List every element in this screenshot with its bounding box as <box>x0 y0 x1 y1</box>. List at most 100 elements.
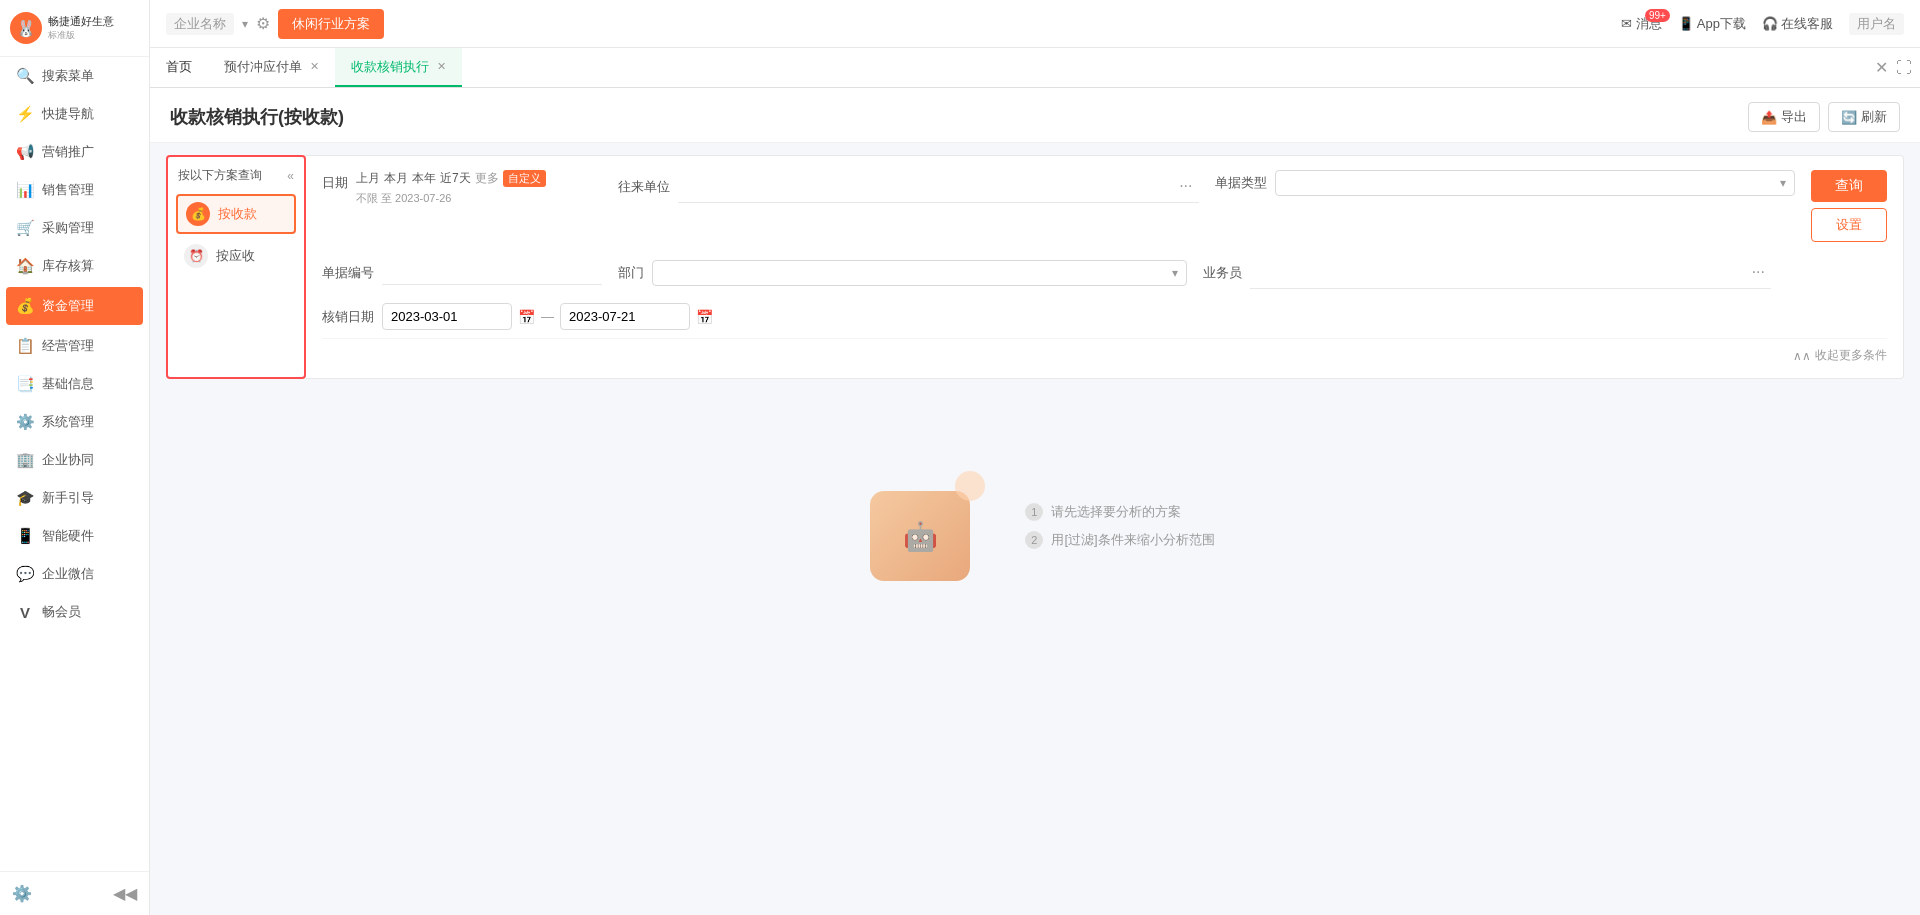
dropdown-icon[interactable]: ▾ <box>242 17 248 31</box>
writeoff-end-input[interactable] <box>560 303 690 330</box>
sidebar-item-inventory[interactable]: 🏠 库存核算 <box>0 247 149 285</box>
sidebar-item-search-menu[interactable]: 🔍 搜索菜单 <box>0 57 149 95</box>
voucher-no-field: 单据编号 <box>322 261 602 285</box>
filter-scheme-panel: 按以下方案查询 « 💰 按收款 ⏰ 按应收 <box>166 155 306 379</box>
sidebar-item-enterprise[interactable]: 🏢 企业协同 <box>0 441 149 479</box>
page-title: 收款核销执行(按收款) <box>170 105 344 129</box>
date-tab-more[interactable]: 更多 <box>475 170 499 187</box>
receivable-option-icon: ⏰ <box>184 244 208 268</box>
sidebar-item-operations[interactable]: 📋 经营管理 <box>0 327 149 365</box>
sidebar-item-member[interactable]: V 畅会员 <box>0 593 149 631</box>
date-tab-this-month[interactable]: 本月 <box>384 170 408 187</box>
main-area: 企业名称 ▾ ⚙ 休闲行业方案 ✉ 消息 99+ 📱 App下载 🎧 在线客服 … <box>150 0 1920 915</box>
department-label: 部门 <box>618 264 644 282</box>
header-brand: 企业名称 <box>166 13 234 35</box>
tip-1-text: 请先选择要分析的方案 <box>1051 503 1181 521</box>
export-button[interactable]: 📤 导出 <box>1748 102 1820 132</box>
sidebar-item-guide[interactable]: 🎓 新手引导 <box>0 479 149 517</box>
collapse-more-label: 收起更多条件 <box>1815 347 1887 364</box>
date-label: 日期 <box>322 170 348 192</box>
robot-bubble <box>955 471 985 501</box>
message-button[interactable]: ✉ 消息 99+ <box>1621 15 1662 33</box>
tip-1-number: 1 <box>1025 503 1043 521</box>
app-name: 畅捷通好生意 <box>48 14 114 28</box>
guide-icon: 🎓 <box>16 489 34 507</box>
sidebar-item-system[interactable]: ⚙️ 系统管理 <box>0 403 149 441</box>
smart-hw-icon: 📱 <box>16 527 34 545</box>
department-select[interactable]: ▾ <box>652 260 1187 286</box>
collapse-more-button[interactable]: ∧∧ 收起更多条件 <box>1793 347 1887 364</box>
tab-collection-close-icon[interactable]: ✕ <box>437 60 446 73</box>
filter-option-by-receivable[interactable]: ⏰ 按应收 <box>168 236 304 276</box>
voucher-type-field: 单据类型 ▾ <box>1215 170 1796 196</box>
date-tab-last-month[interactable]: 上月 <box>356 170 380 187</box>
writeoff-end-calendar-icon[interactable]: 📅 <box>696 309 713 325</box>
message-badge: 99+ <box>1645 9 1670 22</box>
sidebar-item-sales[interactable]: 📊 销售管理 <box>0 171 149 209</box>
counterpart-more-button[interactable]: ··· <box>1173 175 1198 197</box>
date-tab-custom[interactable]: 自定义 <box>503 170 546 187</box>
query-button[interactable]: 查询 <box>1811 170 1887 202</box>
tab-expand-icon[interactable]: ⛶ <box>1896 59 1912 77</box>
voucher-type-chevron: ▾ <box>1780 176 1786 190</box>
sidebar-item-smart-hw[interactable]: 📱 智能硬件 <box>0 517 149 555</box>
app-download-button[interactable]: 📱 App下载 <box>1678 15 1746 33</box>
filter-form: 日期 上月 本月 本年 近7天 更多 自定义 不限 至 2023-07-26 <box>306 155 1904 379</box>
header-settings-icon[interactable]: ⚙ <box>256 14 270 33</box>
page-header: 收款核销执行(按收款) 📤 导出 🔄 刷新 <box>150 88 1920 143</box>
tip-2-number: 2 <box>1025 531 1043 549</box>
sidebar-item-finance[interactable]: 💰 资金管理 <box>6 287 143 325</box>
voucher-no-input[interactable] <box>382 261 602 285</box>
sidebar-item-label: 基础信息 <box>42 375 94 393</box>
date-field: 日期 上月 本月 本年 近7天 更多 自定义 不限 至 2023-07-26 <box>322 170 602 206</box>
voucher-type-select[interactable]: ▾ <box>1275 170 1796 196</box>
filter-settings-button[interactable]: 设置 <box>1811 208 1887 242</box>
message-icon: ✉ <box>1621 16 1632 31</box>
refresh-button[interactable]: 🔄 刷新 <box>1828 102 1900 132</box>
writeoff-start-input[interactable] <box>382 303 512 330</box>
empty-tip-2: 2 用[过滤]条件来缩小分析范围 <box>1025 531 1214 549</box>
sidebar-item-wechat[interactable]: 💬 企业微信 <box>0 555 149 593</box>
solution-button[interactable]: 休闲行业方案 <box>278 9 384 39</box>
inventory-icon: 🏠 <box>16 257 34 275</box>
sidebar-item-purchase[interactable]: 🛒 采购管理 <box>0 209 149 247</box>
tab-prepay[interactable]: 预付冲应付单 ✕ <box>208 48 335 87</box>
sidebar-item-basic-info[interactable]: 📑 基础信息 <box>0 365 149 403</box>
collapse-filter-icon[interactable]: « <box>287 169 294 183</box>
counterpart-label: 往来单位 <box>618 178 670 196</box>
tab-actions: ✕ ⛶ <box>1867 48 1920 87</box>
staff-more-button[interactable]: ··· <box>1746 261 1771 283</box>
wechat-icon: 💬 <box>16 565 34 583</box>
sidebar-item-label: 销售管理 <box>42 181 94 199</box>
logo-icon: 🐰 <box>10 12 42 44</box>
robot-body: 🤖 <box>870 491 970 581</box>
sidebar-item-marketing[interactable]: 📢 营销推广 <box>0 133 149 171</box>
filter-option-by-collection[interactable]: 💰 按收款 <box>176 194 296 234</box>
sidebar-item-quick-nav[interactable]: ⚡ 快捷导航 <box>0 95 149 133</box>
sidebar-item-label: 企业协同 <box>42 451 94 469</box>
tab-home[interactable]: 首页 <box>150 48 208 87</box>
writeoff-date-label: 核销日期 <box>322 308 374 326</box>
member-icon: V <box>16 603 34 621</box>
sidebar: 🐰 畅捷通好生意 标准版 🔍 搜索菜单 ⚡ 快捷导航 📢 营销推广 📊 销售管理… <box>0 0 150 915</box>
operations-icon: 📋 <box>16 337 34 355</box>
online-service-button[interactable]: 🎧 在线客服 <box>1762 15 1833 33</box>
sidebar-item-label: 智能硬件 <box>42 527 94 545</box>
date-tab-7days[interactable]: 近7天 <box>440 170 471 187</box>
sidebar-item-label: 新手引导 <box>42 489 94 507</box>
tab-collection[interactable]: 收款核销执行 ✕ <box>335 48 462 87</box>
settings-bottom-icon[interactable]: ⚙️ <box>8 880 36 907</box>
filter-row-2: 单据编号 部门 ▾ 业务员 <box>322 256 1887 289</box>
app-icon: 📱 <box>1678 16 1694 31</box>
writeoff-date-field: 核销日期 📅 — 📅 <box>322 303 713 330</box>
tab-close-all-icon[interactable]: ✕ <box>1875 58 1888 77</box>
writeoff-start-calendar-icon[interactable]: 📅 <box>518 309 535 325</box>
sales-icon: 📊 <box>16 181 34 199</box>
header-left: 企业名称 ▾ ⚙ 休闲行业方案 <box>166 9 1609 39</box>
date-tab-this-year[interactable]: 本年 <box>412 170 436 187</box>
tab-prepay-close-icon[interactable]: ✕ <box>310 60 319 73</box>
receivable-option-label: 按应收 <box>216 247 255 265</box>
sidebar-item-label: 搜索菜单 <box>42 67 94 85</box>
collapse-sidebar-icon[interactable]: ◀◀ <box>109 880 141 907</box>
department-field: 部门 ▾ <box>618 260 1187 286</box>
